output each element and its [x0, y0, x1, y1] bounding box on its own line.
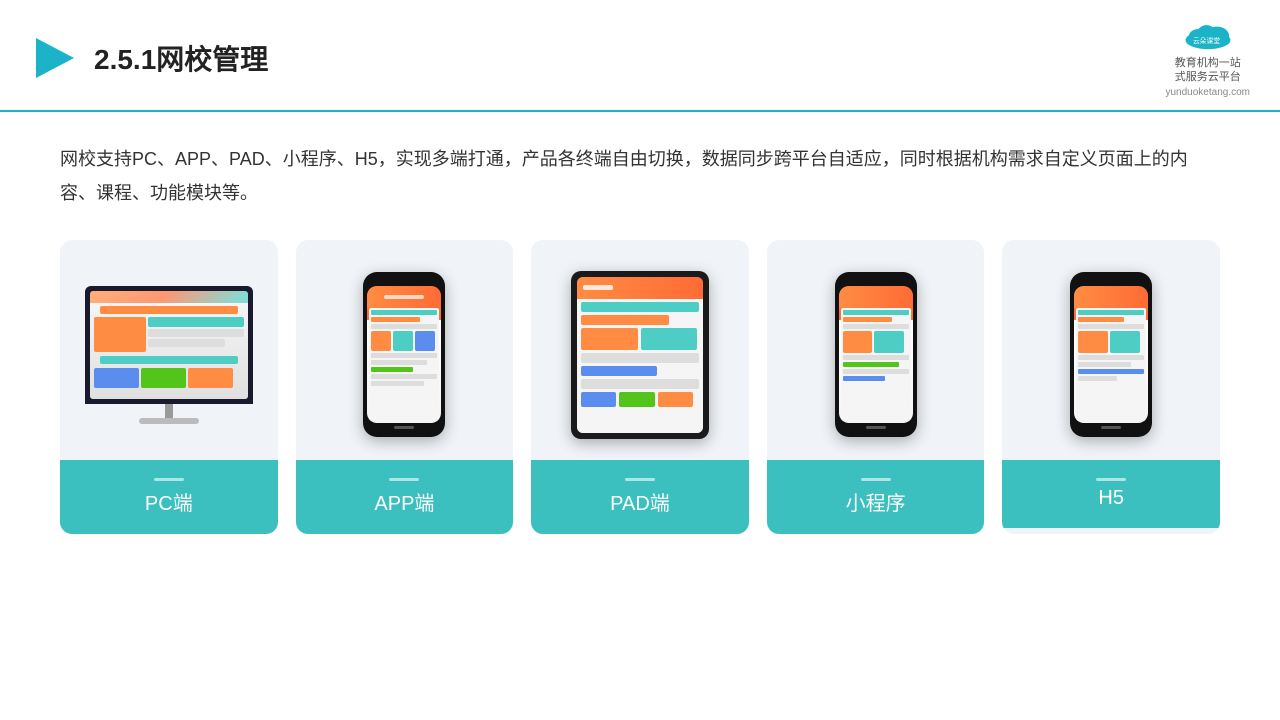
platform-cards: PC端: [60, 240, 1220, 534]
play-icon: [30, 34, 78, 82]
card-miniapp-label: 小程序: [767, 460, 985, 534]
card-pad-label: PAD端: [531, 460, 749, 534]
brand-logo: 云朵课堂: [1178, 18, 1238, 54]
card-pc-image: [60, 240, 278, 460]
card-h5: H5: [1002, 240, 1220, 534]
app-phone: [363, 272, 445, 437]
miniapp-phone: [835, 272, 917, 437]
card-miniapp: 小程序: [767, 240, 985, 534]
card-pc: PC端: [60, 240, 278, 534]
card-miniapp-image: [767, 240, 985, 460]
h5-phone: [1070, 272, 1152, 437]
main-content: 网校支持PC、APP、PAD、小程序、H5，实现多端打通，产品各终端自由切换，数…: [0, 112, 1280, 554]
pad-tablet: [571, 271, 709, 439]
card-h5-image: [1002, 240, 1220, 460]
card-h5-label: H5: [1002, 460, 1220, 528]
logo-domain: yunduoketang.com: [1165, 87, 1250, 98]
header-left: 2.5.1网校管理: [30, 34, 268, 82]
logo-tagline: 教育机构一站 式服务云平台: [1175, 56, 1241, 85]
card-pc-label: PC端: [60, 460, 278, 534]
card-app-image: [296, 240, 514, 460]
card-pad: PAD端: [531, 240, 749, 534]
page-title: 2.5.1网校管理: [94, 38, 268, 78]
header: 2.5.1网校管理 云朵课堂 教育机构一站 式服务云平台 yunduoketan…: [0, 0, 1280, 112]
logo-area: 云朵课堂 教育机构一站 式服务云平台 yunduoketang.com: [1165, 18, 1250, 98]
svg-text:云朵课堂: 云朵课堂: [1193, 36, 1220, 45]
description-text: 网校支持PC、APP、PAD、小程序、H5，实现多端打通，产品各终端自由切换，数…: [60, 142, 1220, 210]
card-app: APP端: [296, 240, 514, 534]
card-pad-image: [531, 240, 749, 460]
pc-monitor: [85, 286, 253, 424]
card-app-label: APP端: [296, 460, 514, 534]
